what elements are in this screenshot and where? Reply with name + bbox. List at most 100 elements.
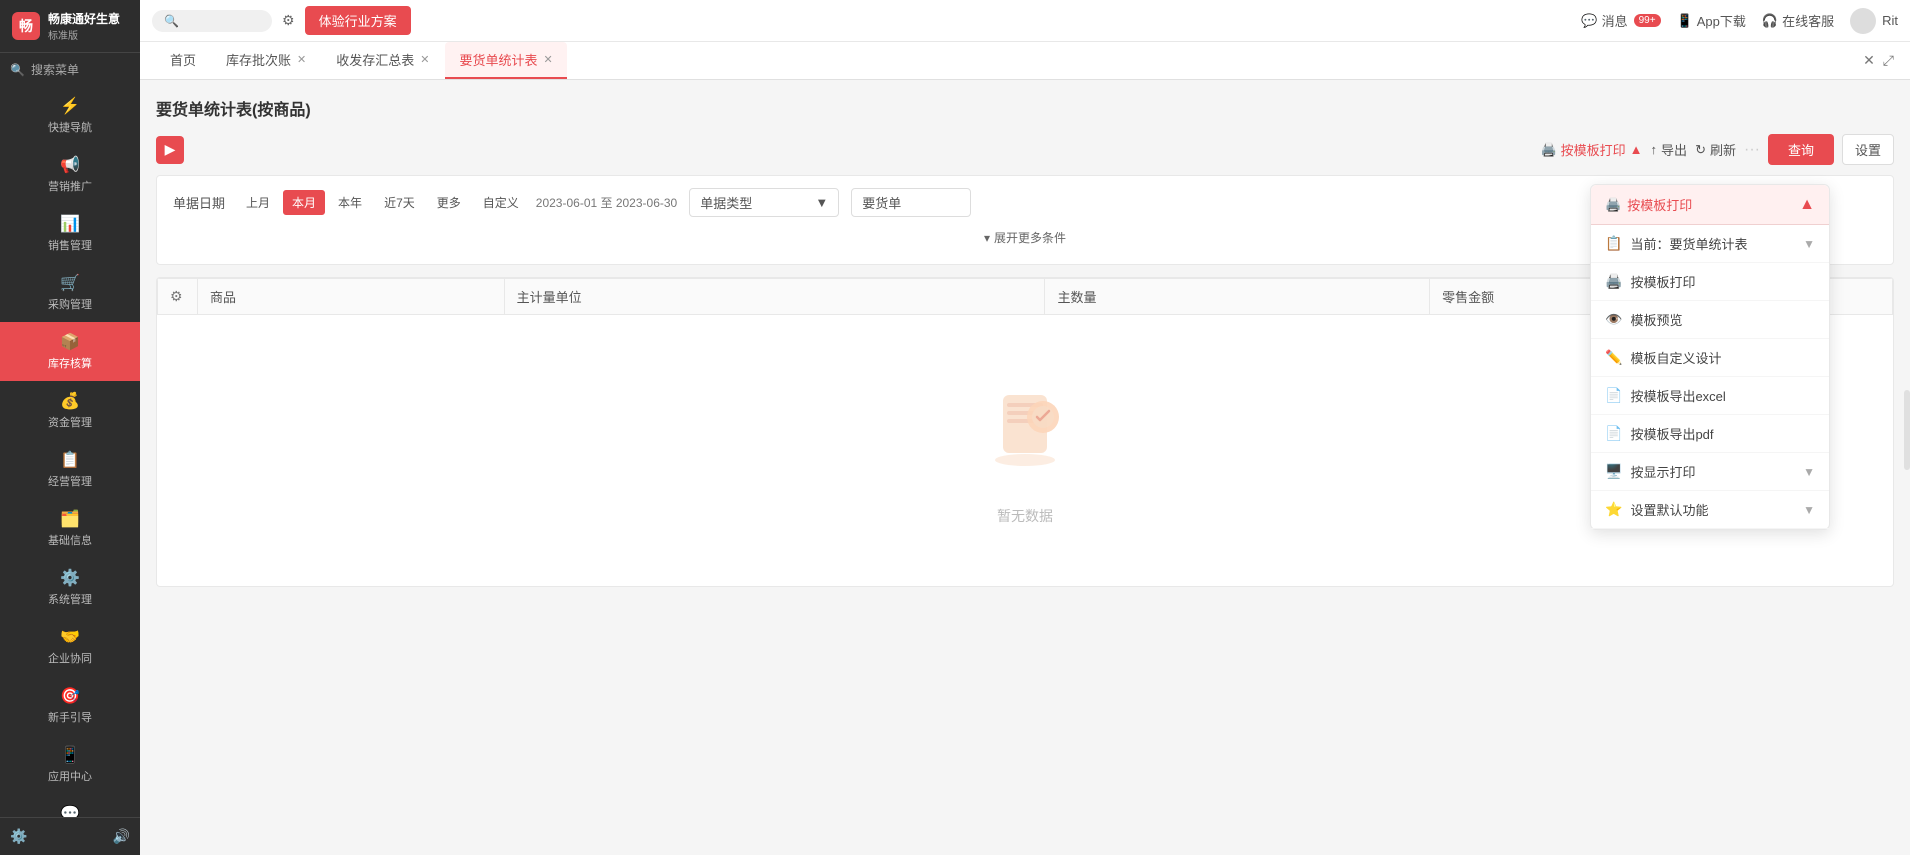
tab-inventory-batch-close[interactable]: ✕ (297, 53, 306, 66)
window-expand-icon[interactable]: ⤢ (1883, 52, 1894, 69)
table-settings-icon[interactable]: ⚙ (170, 288, 183, 304)
dropdown-item-template-design[interactable]: ✏️ 模板自定义设计 (1591, 339, 1829, 377)
footer-sound-icon[interactable]: 🔊 (113, 828, 130, 845)
tab-inventory-batch[interactable]: 库存批次账 ✕ (212, 42, 320, 79)
tab-order-stats[interactable]: 要货单统计表 ✕ (445, 42, 566, 79)
date-pill-this-month[interactable]: 本月 (283, 190, 325, 215)
dropdown-item-template-pdf[interactable]: 📄 按模板导出pdf (1591, 415, 1829, 453)
message-badge: 99+ (1634, 14, 1661, 27)
window-close-icon[interactable]: ✕ (1863, 52, 1875, 69)
tab-order-stats-label: 要货单统计表 (459, 50, 537, 69)
online-service-button[interactable]: 🎧 在线客服 (1762, 11, 1834, 30)
tab-home[interactable]: 首页 (156, 42, 210, 79)
topbar-right: 💬 消息 99+ 📱 App下载 🎧 在线客服 Rit (1581, 8, 1898, 34)
query-button[interactable]: 查询 (1768, 134, 1834, 165)
date-pill-more[interactable]: 更多 (428, 190, 470, 215)
dropdown-item-default-func[interactable]: ⭐ 设置默认功能 ▼ (1591, 491, 1829, 529)
empty-icon (975, 375, 1075, 494)
app-download-label: App下载 (1697, 11, 1746, 30)
service-icon: 🎧 (1762, 13, 1778, 29)
sidebar-item-sales[interactable]: 📊 销售管理 (0, 204, 140, 263)
topbar-search[interactable]: 🔍 (152, 10, 272, 32)
dropdown-item-template-excel[interactable]: 📄 按模板导出excel (1591, 377, 1829, 415)
basic-icon: 🗂️ (60, 509, 80, 529)
app-name: 畅康通好生意 (48, 10, 120, 27)
current-template-icon: 📋 (1605, 235, 1622, 252)
sidebar-search[interactable]: 🔍 搜索菜单 (0, 53, 140, 86)
type-filter-select[interactable]: 单据类型 ▼ (689, 188, 839, 217)
sidebar-item-system[interactable]: ⚙️ 系统管理 (0, 558, 140, 617)
sidebar-item-quicknav[interactable]: ⚡ 快捷导航 (0, 86, 140, 145)
template-print-button[interactable]: 🖨️ 按模板打印 ▲ (1540, 140, 1642, 159)
display-print-label: 按显示打印 (1630, 462, 1695, 481)
expand-more-label: 展开更多条件 (994, 229, 1066, 246)
date-pill-last-month[interactable]: 上月 (237, 190, 279, 215)
date-pill-this-year[interactable]: 本年 (329, 190, 371, 215)
topbar-settings-icon[interactable]: ⚙ (282, 12, 295, 29)
sidebar-search-label: 搜索菜单 (31, 61, 79, 78)
dropdown-item-display-print[interactable]: 🖥️ 按显示打印 ▼ (1591, 453, 1829, 491)
topbar-search-icon: 🔍 (164, 14, 179, 28)
date-range-display: 2023-06-01 至 2023-06-30 (536, 194, 677, 211)
main-content: 🔍 ⚙ 体验行业方案 💬 消息 99+ 📱 App下载 🎧 在线客服 Rit (140, 0, 1910, 855)
inventory-label: 库存核算 (48, 355, 92, 371)
sidebar-item-corp[interactable]: 🤝 企业协同 (0, 617, 140, 676)
sidebar-item-operation[interactable]: 📋 经营管理 (0, 440, 140, 499)
marketing-icon: 📢 (60, 155, 80, 175)
display-print-chevron: ▼ (1803, 465, 1815, 479)
industry-solution-button[interactable]: 体验行业方案 (305, 6, 411, 35)
template-preview-icon: 👁️ (1605, 311, 1622, 328)
print-chevron-icon: ▲ (1630, 142, 1643, 157)
dropdown-item-template-print[interactable]: 🖨️ 按模板打印 (1591, 263, 1829, 301)
type-filter-label: 单据类型 (700, 193, 752, 212)
finance-label: 资金管理 (48, 414, 92, 430)
empty-illustration (975, 375, 1075, 475)
sidebar-item-guide[interactable]: 🎯 新手引导 (0, 676, 140, 735)
purchase-label: 采购管理 (48, 296, 92, 312)
page-header: 要货单统计表(按商品) (156, 96, 1894, 120)
date-pill-custom[interactable]: 自定义 (474, 190, 528, 215)
refresh-button[interactable]: ↻ 刷新 (1695, 140, 1736, 159)
sidebar-item-inventory[interactable]: 📦 库存核算 (0, 322, 140, 381)
username: Rit (1882, 13, 1898, 28)
sidebar-item-purchase[interactable]: 🛒 采购管理 (0, 263, 140, 322)
user-profile[interactable]: Rit (1850, 8, 1898, 34)
dropdown-current-item[interactable]: 📋 当前：要货单统计表 ▼ (1591, 225, 1829, 263)
corp-label: 企业协同 (48, 650, 92, 666)
tag-filter-input[interactable]: 要货单 (851, 188, 971, 217)
col-goods: 商品 (198, 279, 505, 315)
dropdown-header: 🖨️ 按模板打印 ▲ (1591, 185, 1829, 225)
sales-icon: 📊 (60, 214, 80, 234)
default-func-label: 设置默认功能 (1630, 500, 1708, 519)
footer-settings-icon[interactable]: ⚙️ (10, 828, 27, 845)
expand-toggle-button[interactable]: ▶ (156, 136, 184, 164)
dropdown-item-template-preview[interactable]: 👁️ 模板预览 (1591, 301, 1829, 339)
export-button[interactable]: ↑ 导出 (1651, 140, 1688, 159)
col-settings[interactable]: ⚙ (158, 279, 198, 315)
appstore-icon: 📱 (60, 745, 80, 765)
sidebar-item-basic[interactable]: 🗂️ 基础信息 (0, 499, 140, 558)
app-download-button[interactable]: 📱 App下载 (1677, 11, 1746, 30)
sidebar-item-marketing[interactable]: 📢 营销推广 (0, 145, 140, 204)
message-icon: 💬 (1581, 13, 1597, 29)
sidebar-item-appstore[interactable]: 📱 应用中心 (0, 735, 140, 794)
toolbar-more-icon[interactable]: ··· (1744, 141, 1760, 159)
inventory-icon: 📦 (60, 332, 80, 352)
settings-button[interactable]: 设置 (1842, 134, 1894, 165)
right-scrollbar[interactable] (1904, 390, 1910, 470)
col-qty: 主数量 (1045, 279, 1430, 315)
template-preview-label: 模板预览 (1630, 310, 1682, 329)
col-unit: 主计量单位 (504, 279, 1045, 315)
message-button[interactable]: 💬 消息 99+ (1581, 11, 1660, 30)
date-pill-7days[interactable]: 近7天 (375, 190, 424, 215)
template-pdf-icon: 📄 (1605, 425, 1622, 442)
tab-order-stats-close[interactable]: ✕ (544, 53, 553, 66)
dropdown-print-icon: 🖨️ (1605, 197, 1621, 213)
guide-icon: 🎯 (60, 686, 80, 706)
tab-receipt-summary[interactable]: 收发存汇总表 ✕ (322, 42, 443, 79)
tab-receipt-summary-close[interactable]: ✕ (420, 53, 429, 66)
dropdown-close-button[interactable]: ▲ (1799, 196, 1815, 214)
download-icon: 📱 (1677, 13, 1693, 29)
sidebar-item-wechat[interactable]: 💬 企业微信 (0, 794, 140, 817)
sidebar-item-finance[interactable]: 💰 资金管理 (0, 381, 140, 440)
